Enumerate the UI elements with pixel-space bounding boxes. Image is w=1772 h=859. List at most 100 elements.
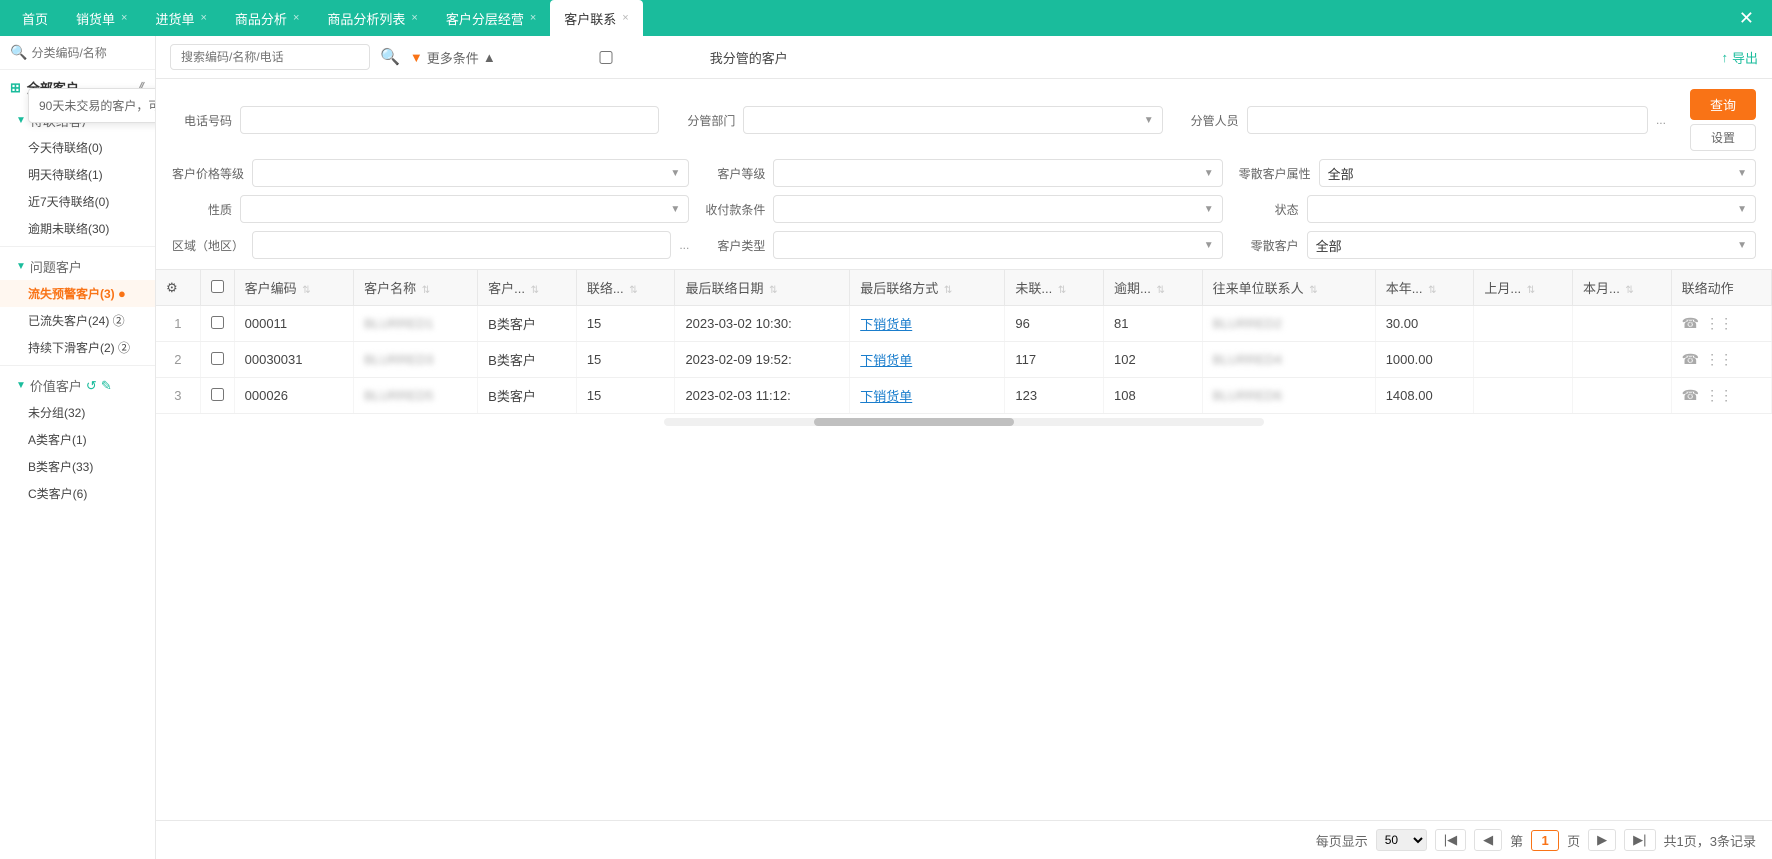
horizontal-scrollbar-track[interactable] [664,418,1264,426]
export-button[interactable]: ↑ 导出 [1721,48,1758,67]
action-contact-icon-1[interactable]: ☎ [1682,315,1699,332]
more-conditions-btn[interactable]: ▼ 更多条件 ▲ [410,48,496,67]
tab-close-btn[interactable]: × [411,12,417,24]
next-page-btn[interactable]: ▶ [1588,829,1616,851]
last-method-link-3[interactable]: 下销货单 [860,389,912,404]
action-more-icon-2[interactable]: ⋮⋮ [1705,351,1733,368]
sort-icon-tmonth[interactable]: ⇅ [1625,285,1633,296]
sort-icon-name[interactable]: ⇅ [422,285,430,296]
my-customers-checkbox-label[interactable]: 我分管的客户 [506,48,788,67]
gender-select[interactable]: ▼ [240,195,689,223]
action-contact-icon-3[interactable]: ☎ [1682,387,1699,404]
value-customers-refresh-icon[interactable]: ↺ [86,378,97,394]
dept-select[interactable]: ▼ [743,106,1162,134]
tab-close-btn[interactable]: × [622,12,628,24]
sidebar-search-input[interactable] [31,46,145,60]
pay-select[interactable]: ▼ [773,195,1222,223]
row-last-method-3[interactable]: 下销货单 [850,378,1005,414]
tab-销货单[interactable]: 销货单× [62,0,141,36]
action-more-icon-1[interactable]: ⋮⋮ [1705,315,1733,332]
tab-close-btn[interactable]: × [200,12,206,24]
sidebar-item-overdue[interactable]: 逾期未联络(30) [0,215,155,242]
first-page-btn[interactable]: |◀ [1435,829,1466,851]
sidebar-item-churned[interactable]: 已流失客户(24) ② [0,307,155,334]
value-customers-edit-icon[interactable]: ✎ [101,378,112,394]
sort-icon-year[interactable]: ⇅ [1428,285,1436,296]
last-page-btn[interactable]: ▶| [1624,829,1655,851]
th-checkbox[interactable] [200,270,234,306]
retail-select[interactable]: 全部 ▼ [1307,231,1756,259]
region-more-btn[interactable]: ... [679,238,689,252]
search-input[interactable] [170,44,370,70]
tab-close-btn[interactable]: × [121,12,127,24]
row-last-month-1 [1474,306,1573,342]
sidebar-item-declining[interactable]: 持续下滑客户(2) ② [0,334,155,361]
tab-close-btn[interactable]: × [293,12,299,24]
sort-icon-method[interactable]: ⇅ [944,285,952,296]
sort-icon-overdue[interactable]: ⇅ [1156,285,1164,296]
filter-gender: 性质 ▼ [172,195,689,223]
row-checkbox-2[interactable] [200,342,234,378]
group-value-customers[interactable]: ▼ 价值客户 ↺ ✎ [0,370,155,399]
th-settings[interactable]: ⚙ [156,270,200,306]
sort-icon-code[interactable]: ⇅ [302,285,310,296]
action-more-icon-3[interactable]: ⋮⋮ [1705,387,1733,404]
filter-staff: 分管人员 ... [1179,106,1666,134]
tab-label: 客户联系 [564,9,616,28]
search-button[interactable]: 🔍 [380,47,400,67]
sort-icon-uncontacted[interactable]: ⇅ [1058,285,1066,296]
tab-label: 客户分层经营 [446,9,524,28]
row-checkbox-1[interactable] [200,306,234,342]
last-method-link-1[interactable]: 下销货单 [860,317,912,332]
row-checkbox-3[interactable] [200,378,234,414]
region-input[interactable] [252,231,671,259]
prev-page-btn[interactable]: ◀ [1474,829,1502,851]
sidebar-item-7days[interactable]: 近7天待联络(0) [0,188,155,215]
page-label: 第 [1510,831,1523,850]
action-contact-icon-2[interactable]: ☎ [1682,351,1699,368]
sidebar-item-class-a[interactable]: A类客户(1) [0,426,155,453]
phone-label: 电话号码 [172,112,232,129]
row-last-method-1[interactable]: 下销货单 [850,306,1005,342]
sidebar-item-class-b[interactable]: B类客户(33) [0,453,155,480]
status-select[interactable]: ▼ [1307,195,1756,223]
sort-icon-lmonth[interactable]: ⇅ [1527,285,1535,296]
staff-input[interactable] [1247,106,1648,134]
per-page-select[interactable]: 50 100 200 [1376,829,1427,851]
sort-icon-person[interactable]: ⇅ [1309,285,1317,296]
select-all-checkbox[interactable] [211,280,224,293]
retail-attr-select[interactable]: 全部 ▼ [1319,159,1756,187]
sidebar-item-churn-warning[interactable]: 流失预警客户(3) ● [0,280,155,307]
tab-进货单[interactable]: 进货单× [141,0,220,36]
row-num-1: 1 [156,306,200,342]
settings-button[interactable]: 设置 [1690,124,1756,151]
sidebar-item-tomorrow[interactable]: 明天待联络(1) [0,161,155,188]
close-window-btn[interactable]: ✕ [1729,8,1764,29]
row-last-method-2[interactable]: 下销货单 [850,342,1005,378]
sort-icon-contact[interactable]: ⇅ [629,285,637,296]
tab-商品分析[interactable]: 商品分析× [221,0,313,36]
horizontal-scrollbar-thumb[interactable] [814,418,1014,426]
tab-客户分层经营[interactable]: 客户分层经营 × [432,0,550,36]
tab-客户联系[interactable]: 客户联系 × [550,0,642,36]
last-method-link-2[interactable]: 下销货单 [860,353,912,368]
query-button[interactable]: 查询 [1690,89,1756,120]
tab-close-btn[interactable]: × [530,12,536,24]
sort-icon-type[interactable]: ⇅ [531,285,539,296]
sidebar-item-class-c[interactable]: C类客户(6) [0,480,155,507]
grade-select[interactable]: ▼ [773,159,1222,187]
sidebar-item-today[interactable]: 今天待联络(0) [0,134,155,161]
phone-input[interactable] [240,106,659,134]
price-grade-select[interactable]: ▼ [252,159,689,187]
sidebar-item-ungrouped[interactable]: 未分组(32) [0,399,155,426]
staff-more-btn[interactable]: ... [1656,113,1666,127]
tab-商品分析列表[interactable]: 商品分析列表× [313,0,431,36]
my-customers-checkbox[interactable] [506,51,706,64]
filter-phone: 电话号码 [172,106,659,134]
group-problem-customers[interactable]: ▼ 问题客户 [0,251,155,280]
home-tab[interactable]: 首页 [8,0,62,36]
row-code-2: 00030031 [234,342,353,378]
up-arrow-icon: ▲ [483,50,496,65]
customer-type-select[interactable]: ▼ [773,231,1222,259]
sort-icon-date[interactable]: ⇅ [769,285,777,296]
